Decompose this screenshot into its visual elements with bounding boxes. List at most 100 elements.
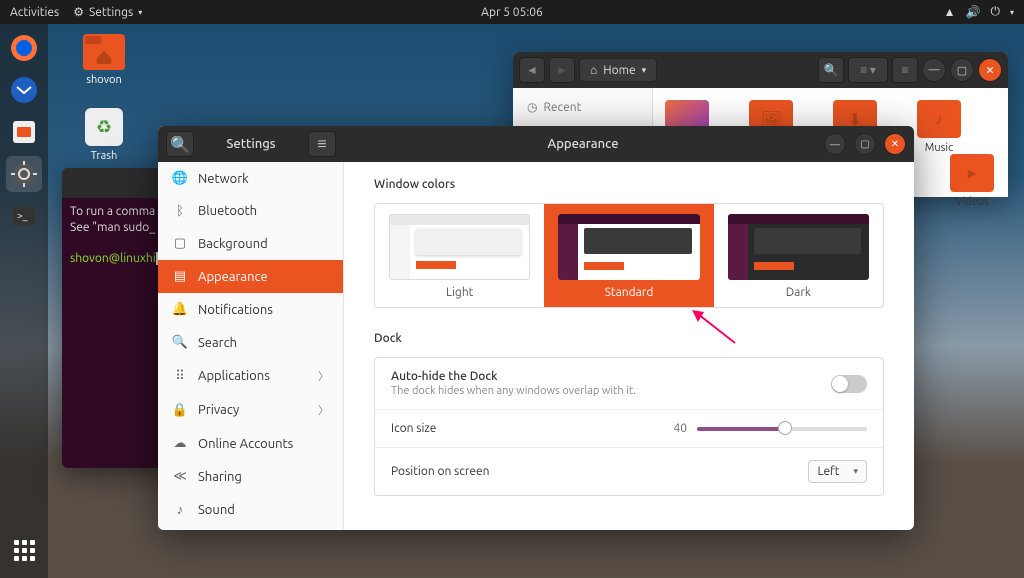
theme-preview: [728, 214, 869, 280]
file-item-music[interactable]: ♪Music: [917, 100, 961, 154]
search-icon: 🔍: [172, 335, 188, 350]
folder-icon: ▶: [950, 154, 994, 192]
nav-applications[interactable]: ⠿Applications〉: [158, 359, 343, 393]
theme-light[interactable]: Light: [375, 204, 544, 307]
volume-icon[interactable]: 🔊: [966, 5, 981, 19]
files-titlebar[interactable]: ◄ ► ⌂ Home ▾ 🔍 ≡ ▾ ≡ — ▢ ✕: [513, 52, 1008, 88]
dock-files[interactable]: [6, 114, 42, 150]
theme-standard[interactable]: Standard: [544, 204, 713, 307]
nav-bluetooth[interactable]: ᛒ Bluetooth: [158, 195, 343, 227]
minimize-button[interactable]: —: [922, 58, 946, 82]
chevron-down-icon: ▾: [138, 8, 142, 17]
nav-appearance[interactable]: ▤ Appearance: [158, 260, 343, 293]
nav-sharing[interactable]: ≪Sharing: [158, 460, 343, 493]
nav-sound[interactable]: ♪Sound: [158, 493, 343, 526]
pref-label: Position on screen: [391, 465, 490, 478]
nav-label: Appearance: [198, 270, 268, 284]
back-button[interactable]: ◄: [519, 57, 545, 83]
bluetooth-icon: ᛒ: [172, 204, 188, 218]
nav-privacy[interactable]: 🔒Privacy〉: [158, 393, 343, 427]
nav-online-accounts[interactable]: ☁Online Accounts: [158, 427, 343, 460]
show-applications[interactable]: [6, 532, 42, 568]
app-menu[interactable]: ⚙ Settings ▾: [73, 5, 142, 19]
home-icon: ⌂: [590, 63, 597, 77]
position-combo[interactable]: Left ▾: [808, 460, 867, 483]
clock[interactable]: Apr 5 05:06: [481, 6, 543, 19]
dock-label: Dock: [374, 332, 884, 345]
dock-terminal[interactable]: >_: [6, 198, 42, 234]
dock-preferences: Auto-hide the Dock The dock hides when a…: [374, 357, 884, 496]
forward-button[interactable]: ►: [549, 57, 575, 83]
nav-label: Notifications: [198, 303, 273, 317]
nav-label: Bluetooth: [198, 204, 257, 218]
sidebar-title: Settings: [194, 137, 308, 151]
autohide-switch[interactable]: [831, 375, 867, 393]
activities-button[interactable]: Activities: [10, 6, 59, 19]
close-button[interactable]: ✕: [978, 58, 1002, 82]
clock-icon: ◷: [527, 100, 537, 114]
hamburger-menu[interactable]: ≡: [892, 57, 918, 83]
share-icon: ≪: [172, 469, 188, 484]
close-button[interactable]: ✕: [884, 133, 906, 155]
recent-item[interactable]: ◷ Recent: [523, 96, 642, 118]
combo-value: Left: [817, 465, 839, 478]
maximize-button[interactable]: ▢: [854, 133, 876, 155]
theme-label: Standard: [558, 286, 699, 299]
search-button[interactable]: 🔍: [166, 131, 194, 157]
search-button[interactable]: 🔍: [818, 57, 844, 83]
view-list-button[interactable]: ≡ ▾: [848, 57, 888, 83]
path-bar[interactable]: ⌂ Home ▾: [579, 58, 657, 82]
nav-label: Applications: [198, 369, 270, 383]
app-menu-label: Settings: [89, 6, 133, 19]
theme-label: Light: [389, 286, 530, 299]
network-status-icon[interactable]: ▲: [944, 5, 956, 19]
nav-network[interactable]: 🌐Network: [158, 162, 343, 195]
nav-label: Privacy: [198, 403, 239, 417]
chevron-right-icon: 〉: [318, 368, 329, 384]
settings-titlebar[interactable]: 🔍 Settings ≡ Appearance — ▢ ✕: [158, 126, 914, 162]
chevron-down-icon: ▾: [642, 65, 647, 76]
file-label: Videos: [955, 196, 989, 208]
position-row: Position on screen Left ▾: [375, 448, 883, 495]
pref-label: Auto-hide the Dock: [391, 370, 636, 383]
theme-label: Dark: [728, 286, 869, 299]
sidebar-label: Recent: [543, 101, 581, 114]
panel-title: Appearance: [352, 137, 814, 151]
autohide-row: Auto-hide the Dock The dock hides when a…: [375, 358, 883, 410]
power-icon[interactable]: ⏻: [990, 5, 1000, 19]
music-icon: ♪: [172, 502, 188, 517]
theme-preview: [389, 214, 530, 280]
nav-search[interactable]: 🔍 Search: [158, 326, 343, 359]
cloud-icon: ☁: [172, 436, 188, 451]
top-bar: Activities ⚙ Settings ▾ Apr 5 05:06 ▲ 🔊 …: [0, 0, 1024, 24]
file-label: Music: [925, 142, 953, 154]
settings-sidebar: 🌐Network ᛒ Bluetooth ▢Background ▤ Appeara…: [158, 126, 344, 530]
pref-description: The dock hides when any windows overlap …: [391, 385, 636, 397]
nav-label: Search: [198, 336, 237, 350]
chevron-down-icon[interactable]: ▾: [1010, 8, 1014, 17]
nav-notifications[interactable]: 🔔Notifications: [158, 293, 343, 326]
maximize-button[interactable]: ▢: [950, 58, 974, 82]
dock-thunderbird[interactable]: [6, 72, 42, 108]
settings-icon: ⚙: [73, 5, 84, 19]
chevron-down-icon: ▾: [853, 466, 858, 477]
lock-icon: 🔒: [172, 403, 188, 418]
file-item-videos[interactable]: ▶ Videos: [940, 154, 1004, 208]
pref-label: Icon size: [391, 422, 436, 435]
icon-size-value: 40: [673, 422, 687, 435]
theme-dark[interactable]: Dark: [714, 204, 883, 307]
trash-icon: ♻: [85, 108, 123, 146]
icon-size-row: Icon size 40: [375, 410, 883, 448]
nav-background[interactable]: ▢Background: [158, 227, 343, 260]
icon-size-slider[interactable]: [697, 427, 867, 431]
desktop-home-folder[interactable]: shovon: [72, 34, 136, 86]
minimize-button[interactable]: —: [824, 133, 846, 155]
globe-icon: 🌐: [172, 171, 188, 186]
hamburger-menu[interactable]: ≡: [308, 131, 336, 157]
desktop-trash[interactable]: ♻ Trash: [72, 108, 136, 162]
files-sidebar: ◷ Recent: [513, 88, 653, 126]
palette-icon: ▤: [172, 269, 188, 284]
window-colors-label: Window colors: [374, 178, 884, 191]
dock-firefox[interactable]: [6, 30, 42, 66]
dock-settings[interactable]: [6, 156, 42, 192]
